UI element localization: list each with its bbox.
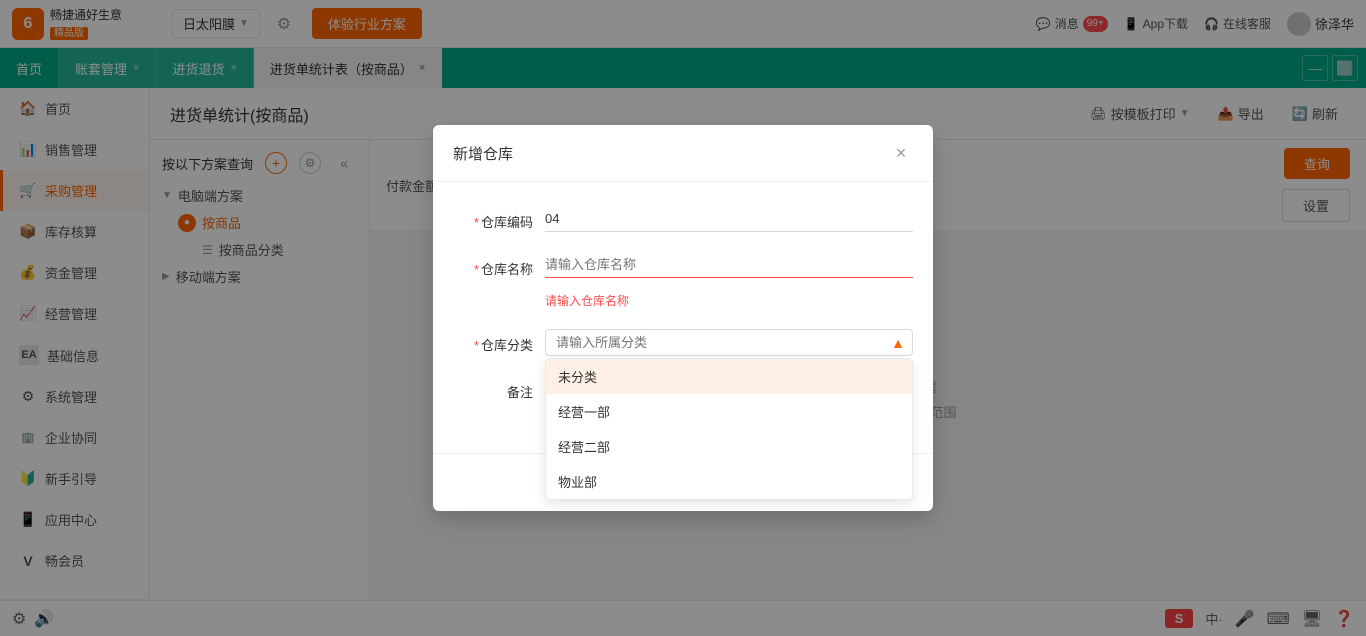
dropdown-item-dept2[interactable]: 经营二部 <box>546 429 912 464</box>
dropdown-item-dept3[interactable]: 物业部 <box>546 464 912 499</box>
modal-overlay[interactable]: 新增仓库 × 仓库编码 仓库名称 请输入仓库名称 仓库分类 <box>0 0 1366 636</box>
form-row-code: 仓库编码 <box>453 206 913 232</box>
warehouse-name-input[interactable] <box>545 252 913 278</box>
name-error-message: 请输入仓库名称 <box>545 292 629 309</box>
remark-label: 备注 <box>453 376 533 401</box>
code-label: 仓库编码 <box>453 206 533 231</box>
dropdown-item-dept1[interactable]: 经营一部 <box>546 394 912 429</box>
category-dropdown-arrow[interactable]: ▲ <box>891 335 905 351</box>
category-dropdown-list: 未分类 经营一部 经营二部 物业部 <box>545 358 913 500</box>
modal-title: 新增仓库 <box>453 143 513 164</box>
form-row-category: 仓库分类 ▲ 未分类 经营一部 经营二部 物业部 <box>453 329 913 356</box>
modal-close-button[interactable]: × <box>889 141 913 165</box>
modal-new-warehouse: 新增仓库 × 仓库编码 仓库名称 请输入仓库名称 仓库分类 <box>433 125 933 511</box>
name-label: 仓库名称 <box>453 253 533 278</box>
name-error-wrap: 请输入仓库名称 <box>545 290 629 309</box>
category-label: 仓库分类 <box>453 329 533 354</box>
modal-body: 仓库编码 仓库名称 请输入仓库名称 仓库分类 ▲ <box>433 182 933 453</box>
warehouse-code-input[interactable] <box>545 206 913 232</box>
category-select-input[interactable] <box>545 329 913 356</box>
dropdown-item-unclassified[interactable]: 未分类 <box>546 359 912 394</box>
modal-header: 新增仓库 × <box>433 125 933 182</box>
form-row-name: 仓库名称 请输入仓库名称 <box>453 252 913 309</box>
category-select-wrap: ▲ 未分类 经营一部 经营二部 物业部 <box>545 329 913 356</box>
